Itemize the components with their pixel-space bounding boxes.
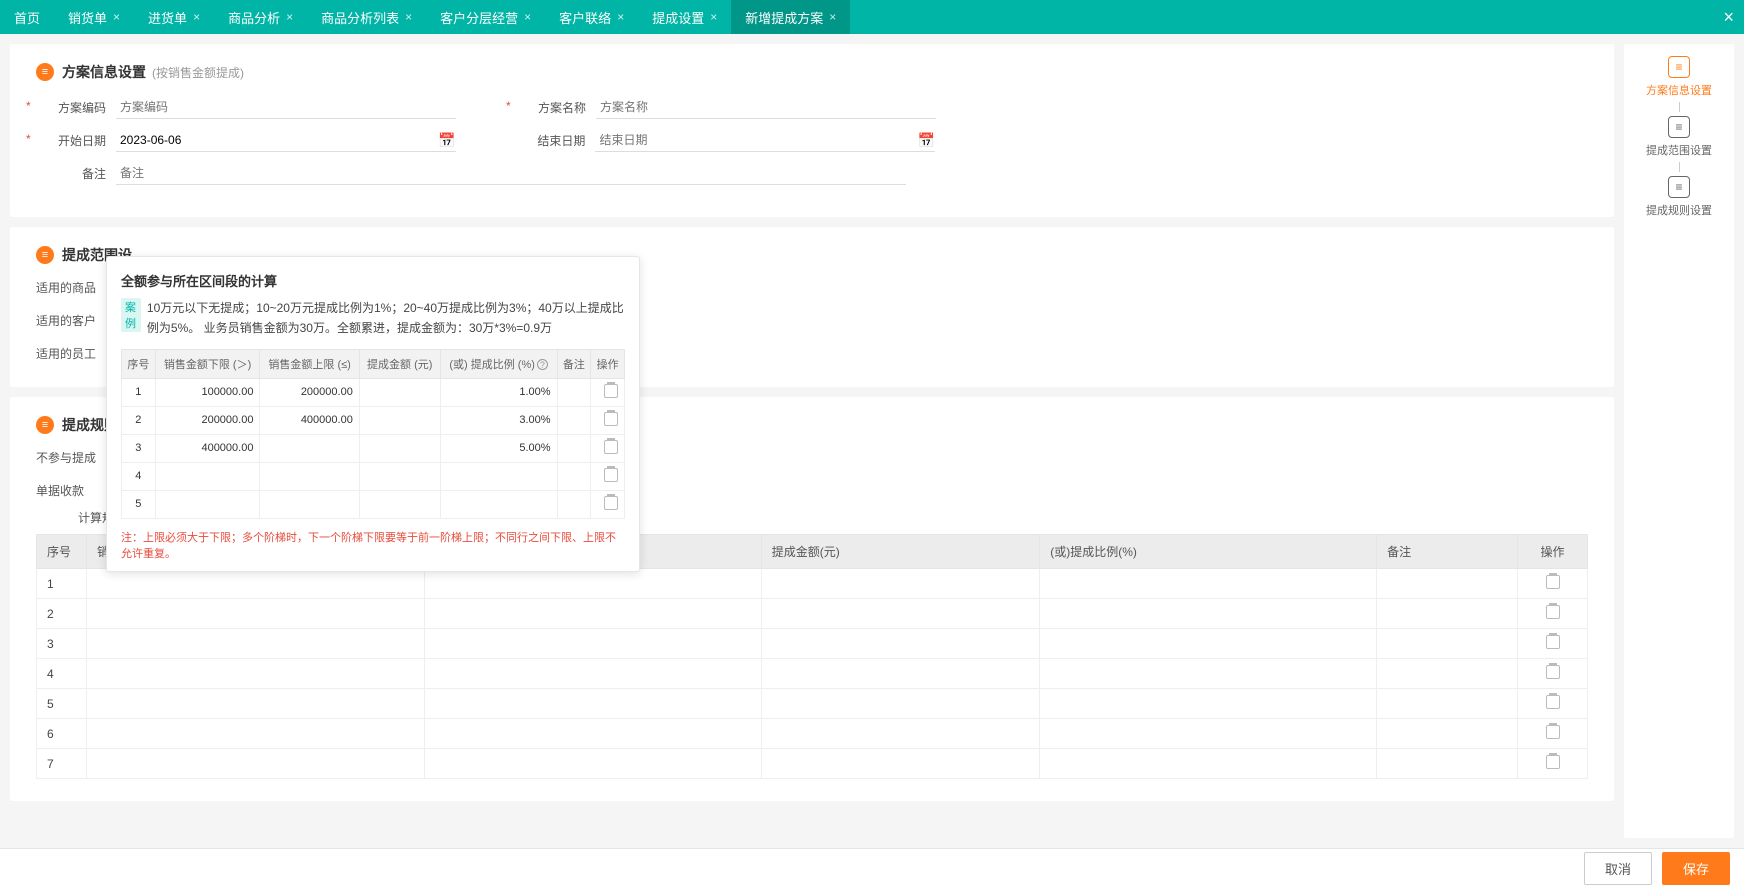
delete-icon[interactable]: [604, 412, 618, 426]
table-row: 4: [122, 462, 625, 490]
close-icon[interactable]: ×: [829, 10, 836, 24]
tab[interactable]: 客户联络×: [545, 0, 638, 34]
tab[interactable]: 提成设置×: [638, 0, 731, 34]
label-remark: 备注: [36, 165, 106, 182]
tabs-bar: 首页销货单×进货单×商品分析×商品分析列表×客户分层经营×客户联络×提成设置×新…: [0, 0, 1744, 34]
popover-title: 全额参与所在区间段的计算: [121, 271, 625, 290]
side-nav-label: 提成范围设置: [1646, 142, 1712, 158]
tab[interactable]: 首页: [0, 0, 54, 34]
panel-info-sub: (按销售金额提成): [152, 64, 244, 81]
side-nav-item[interactable]: ≡ 提成规则设置: [1646, 176, 1712, 218]
delete-icon[interactable]: [1546, 725, 1560, 739]
label-name: 方案名称: [516, 99, 586, 116]
input-code[interactable]: [116, 96, 456, 119]
table-row: 2200000.00400000.003.00%: [122, 406, 625, 434]
nav-icon: ≡: [1668, 176, 1690, 198]
delete-icon[interactable]: [1546, 575, 1560, 589]
case-pill: 案例: [121, 298, 141, 332]
input-end-date[interactable]: [595, 129, 935, 152]
panel-icon: ≡: [36, 416, 54, 434]
popover-table: 序号 销售金额下限 (＞) 销售金额上限 (≤) 提成金额 (元) (或) 提成…: [121, 349, 625, 519]
close-icon[interactable]: ×: [710, 10, 717, 24]
footer-bar: 取消 保存: [0, 848, 1744, 888]
close-all-tabs[interactable]: ×: [1723, 0, 1734, 34]
tab[interactable]: 商品分析列表×: [307, 0, 426, 34]
delete-icon[interactable]: [604, 496, 618, 510]
side-nav-label: 提成规则设置: [1646, 202, 1712, 218]
delete-icon[interactable]: [1546, 755, 1560, 769]
tab[interactable]: 新增提成方案×: [731, 0, 850, 34]
close-icon[interactable]: ×: [286, 10, 293, 24]
side-nav-item[interactable]: ≡ 提成范围设置: [1646, 116, 1712, 158]
side-nav: ≡ 方案信息设置 ≡ 提成范围设置 ≡ 提成规则设置: [1624, 44, 1734, 838]
input-remark[interactable]: [116, 162, 906, 185]
close-icon[interactable]: ×: [193, 10, 200, 24]
table-row: 3400000.005.00%: [122, 434, 625, 462]
tab[interactable]: 销货单×: [54, 0, 134, 34]
delete-icon[interactable]: [1546, 665, 1560, 679]
close-icon[interactable]: ×: [113, 10, 120, 24]
input-name[interactable]: [596, 96, 936, 119]
delete-icon[interactable]: [604, 468, 618, 482]
delete-icon[interactable]: [1546, 695, 1560, 709]
side-nav-label: 方案信息设置: [1646, 82, 1712, 98]
tab[interactable]: 客户分层经营×: [426, 0, 545, 34]
table-row: 5: [122, 490, 625, 518]
nav-icon: ≡: [1668, 116, 1690, 138]
delete-icon[interactable]: [604, 384, 618, 398]
panel-info-title: 方案信息设置: [62, 62, 146, 82]
case-text: 10万元以下无提成；10~20万元提成比例为1%；20~40万提成比例为3%；4…: [147, 298, 625, 339]
table-row: 1100000.00200000.001.00%: [122, 378, 625, 406]
close-icon[interactable]: ×: [405, 10, 412, 24]
input-start-date[interactable]: [116, 129, 456, 152]
calc-rule-popover: 全额参与所在区间段的计算 案例 10万元以下无提成；10~20万元提成比例为1%…: [106, 256, 640, 572]
panel-icon: ≡: [36, 63, 54, 81]
table-row[interactable]: 3: [37, 629, 1588, 659]
close-icon[interactable]: ×: [617, 10, 624, 24]
calendar-icon[interactable]: 📅: [438, 132, 455, 149]
side-nav-item[interactable]: ≡ 方案信息设置: [1646, 56, 1712, 98]
delete-icon[interactable]: [1546, 635, 1560, 649]
panel-icon: ≡: [36, 246, 54, 264]
label-code: 方案编码: [36, 99, 106, 116]
tab[interactable]: 商品分析×: [214, 0, 307, 34]
table-row[interactable]: 5: [37, 689, 1588, 719]
label-end: 结束日期: [515, 132, 585, 149]
delete-icon[interactable]: [1546, 605, 1560, 619]
popover-note: 注：上限必须大于下限；多个阶梯时，下一个阶梯下限要等于前一阶梯上限；不同行之间下…: [121, 529, 625, 561]
help-icon: ?: [537, 359, 548, 370]
close-icon[interactable]: ×: [524, 10, 531, 24]
table-row[interactable]: 7: [37, 749, 1588, 779]
table-row[interactable]: 2: [37, 599, 1588, 629]
nav-icon: ≡: [1668, 56, 1690, 78]
table-row[interactable]: 1: [37, 569, 1588, 599]
save-button[interactable]: 保存: [1662, 852, 1730, 885]
delete-icon[interactable]: [604, 440, 618, 454]
tab[interactable]: 进货单×: [134, 0, 214, 34]
table-row[interactable]: 6: [37, 719, 1588, 749]
label-start: 开始日期: [36, 132, 106, 149]
table-row[interactable]: 4: [37, 659, 1588, 689]
panel-info: ≡ 方案信息设置 (按销售金额提成) 方案编码 方案名称 开始日期 📅: [10, 44, 1614, 217]
cancel-button[interactable]: 取消: [1584, 852, 1652, 885]
calendar-icon[interactable]: 📅: [917, 132, 934, 149]
